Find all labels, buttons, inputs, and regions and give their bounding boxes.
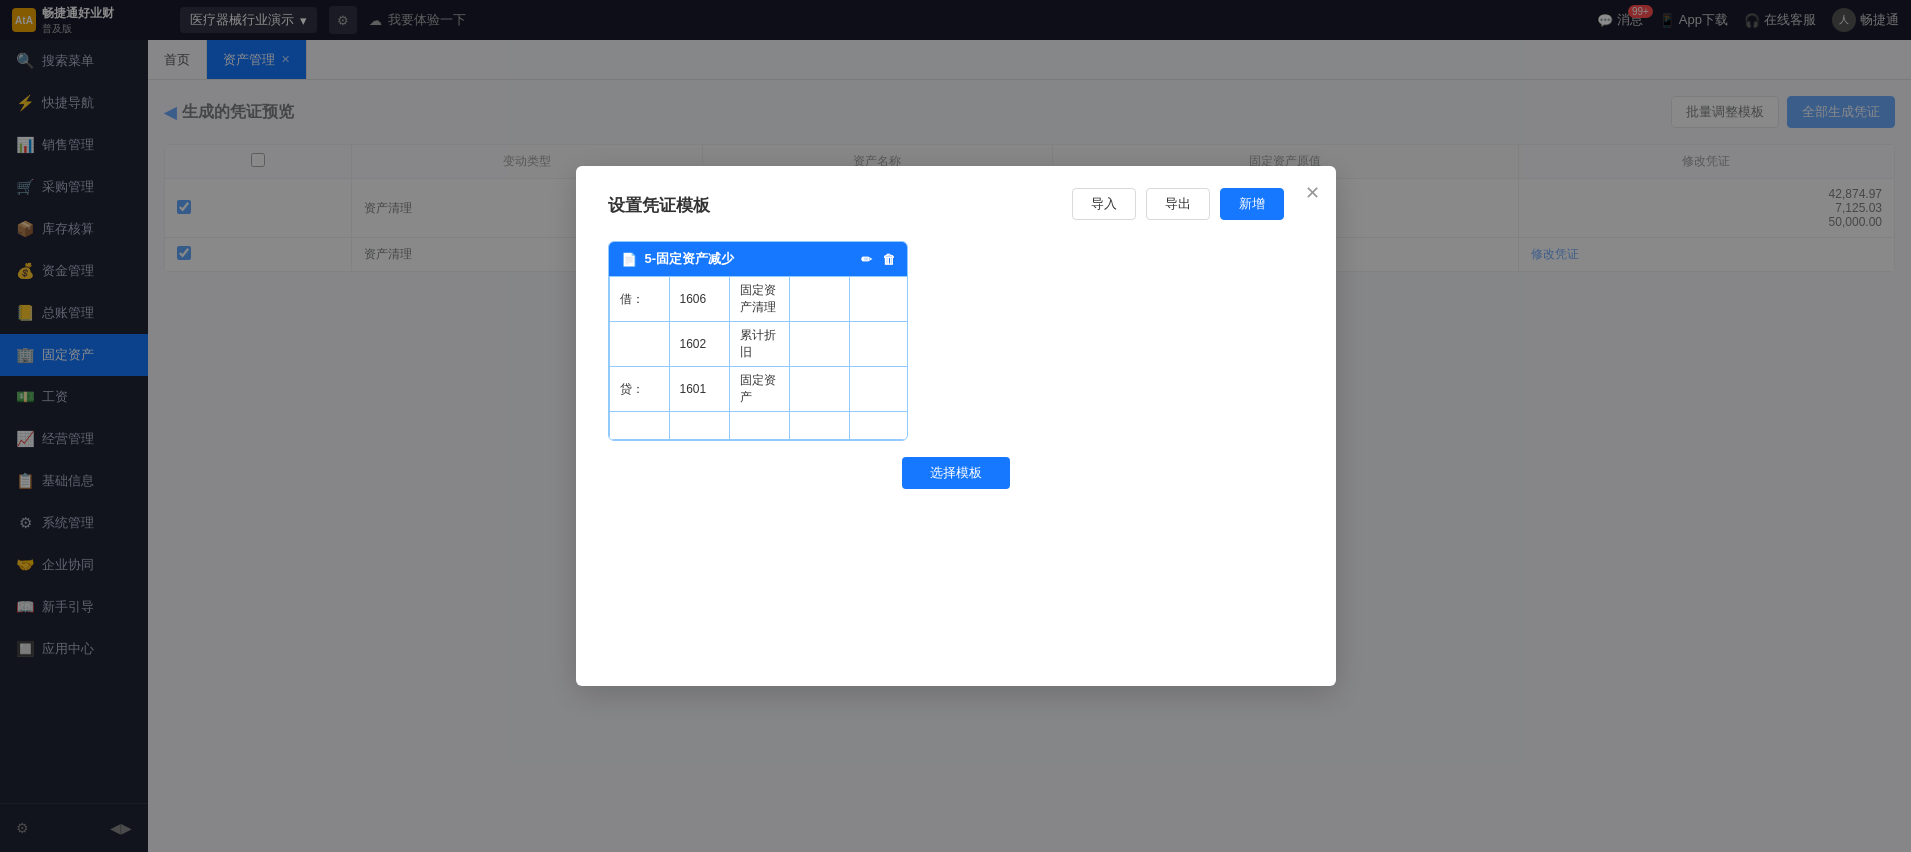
entry-code-3: 1601 xyxy=(669,367,729,412)
delete-template-icon[interactable]: 🗑 xyxy=(882,252,895,267)
entry-direction-4 xyxy=(609,412,669,440)
entry-direction-3: 贷： xyxy=(609,367,669,412)
dialog-toolbar: 导入 导出 新增 xyxy=(1072,188,1284,220)
entry-name-3: 固定资产 xyxy=(729,367,789,412)
entry-credit-3 xyxy=(849,367,908,412)
entry-name-1: 固定资产清理 xyxy=(729,277,789,322)
entry-code-4 xyxy=(669,412,729,440)
entry-direction-2 xyxy=(609,322,669,367)
entry-debit-3 xyxy=(789,367,849,412)
entry-debit-2 xyxy=(789,322,849,367)
export-button[interactable]: 导出 xyxy=(1146,188,1210,220)
entry-code-1: 1606 xyxy=(669,277,729,322)
entry-credit-4 xyxy=(849,412,908,440)
template-header-left: 📄 5-固定资产减少 xyxy=(621,250,735,268)
template-card: 📄 5-固定资产减少 ✏ 🗑 借： 1606 固定资产清理 xyxy=(608,241,908,441)
dialog-close-button[interactable]: ✕ xyxy=(1305,182,1320,204)
entry-debit-1 xyxy=(789,277,849,322)
template-entries-table: 借： 1606 固定资产清理 1602 累计折旧 贷： xyxy=(609,276,908,440)
entry-direction-1: 借： xyxy=(609,277,669,322)
entry-debit-4 xyxy=(789,412,849,440)
entry-credit-2 xyxy=(849,322,908,367)
template-doc-icon: 📄 xyxy=(621,252,637,267)
dialog-overlay: 设置凭证模板 导入 导出 新增 ✕ 📄 5-固定资产减少 ✏ 🗑 xyxy=(0,0,1911,852)
template-card-header: 📄 5-固定资产减少 ✏ 🗑 xyxy=(609,242,907,276)
entry-name-2: 累计折旧 xyxy=(729,322,789,367)
entry-name-4 xyxy=(729,412,789,440)
template-row-4 xyxy=(609,412,908,440)
select-template-button[interactable]: 选择模板 xyxy=(902,457,1010,489)
template-row-1: 借： 1606 固定资产清理 xyxy=(609,277,908,322)
voucher-template-dialog: 设置凭证模板 导入 导出 新增 ✕ 📄 5-固定资产减少 ✏ 🗑 xyxy=(576,166,1336,686)
edit-template-icon[interactable]: ✏ xyxy=(861,252,872,267)
new-template-button[interactable]: 新增 xyxy=(1220,188,1284,220)
template-name: 5-固定资产减少 xyxy=(645,250,735,268)
entry-credit-1 xyxy=(849,277,908,322)
template-header-actions: ✏ 🗑 xyxy=(861,252,895,267)
entry-code-2: 1602 xyxy=(669,322,729,367)
template-row-3: 贷： 1601 固定资产 xyxy=(609,367,908,412)
import-button[interactable]: 导入 xyxy=(1072,188,1136,220)
template-row-2: 1602 累计折旧 xyxy=(609,322,908,367)
